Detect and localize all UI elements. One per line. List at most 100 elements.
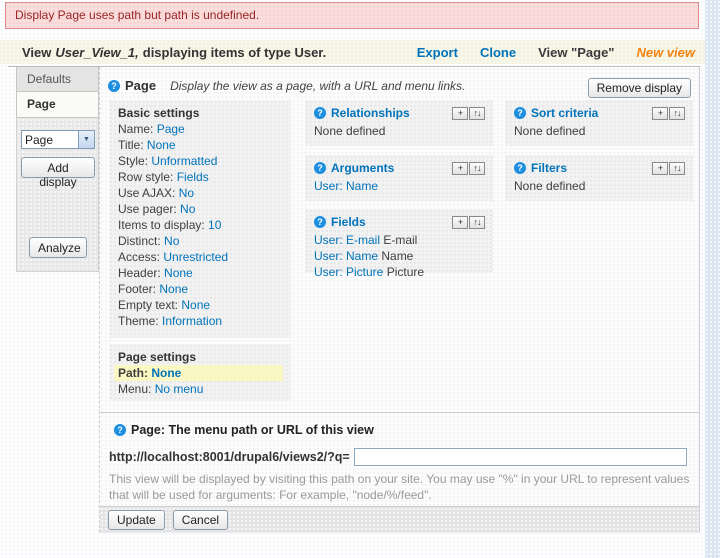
- chevron-down-icon[interactable]: ▼: [78, 131, 94, 148]
- rearrange-icon[interactable]: ↑↓: [469, 215, 485, 229]
- sort-criteria-empty-text: None defined: [514, 124, 586, 138]
- setting-label: Style:: [118, 154, 149, 168]
- path-url-row: http://localhost:8001/drupal6/views2/?q=: [109, 448, 687, 466]
- basic-settings-box: Basic settings Name: Page Title: None St…: [109, 100, 291, 338]
- setting-row: Style: Unformatted: [118, 153, 283, 169]
- fields-box: ? Fields + ↑↓ User: E-mail E-mail User: …: [305, 209, 493, 279]
- setting-value-link[interactable]: No: [179, 186, 194, 200]
- sort-criteria-title-link[interactable]: Sort criteria: [531, 105, 652, 121]
- tab-page[interactable]: Page: [16, 92, 99, 118]
- setting-label: Row style:: [118, 170, 174, 184]
- setting-row: Empty text: None: [118, 297, 283, 313]
- section-actions: + ↑↓: [652, 106, 685, 120]
- field-row: User: E-mail E-mail: [314, 232, 485, 248]
- display-type-select[interactable]: Page ▼: [21, 130, 95, 149]
- clone-link[interactable]: Clone: [480, 45, 516, 60]
- help-icon[interactable]: ?: [108, 79, 120, 92]
- rearrange-icon[interactable]: ↑↓: [669, 106, 685, 120]
- cancel-button[interactable]: Cancel: [172, 510, 229, 530]
- help-icon[interactable]: ?: [514, 107, 526, 119]
- relationships-title-link[interactable]: Relationships: [331, 105, 452, 121]
- setting-value-link[interactable]: None: [181, 298, 210, 312]
- setting-label: Menu:: [118, 382, 152, 396]
- setting-row: Header: None: [118, 265, 283, 281]
- field-link[interactable]: User: Picture: [314, 265, 383, 279]
- display-title: Page: [125, 78, 157, 93]
- field-label: Name: [378, 249, 414, 263]
- field-link[interactable]: User: Name: [314, 249, 378, 263]
- view-summary-suffix: displaying items of type User.: [142, 44, 327, 60]
- fields-title-link[interactable]: Fields: [331, 214, 452, 230]
- setting-value-link[interactable]: None: [147, 138, 176, 152]
- form-actions-bar: Update Cancel: [100, 506, 699, 533]
- setting-value-link[interactable]: No: [180, 202, 195, 216]
- field-label: Picture: [383, 265, 425, 279]
- section-actions: + ↑↓: [452, 161, 485, 175]
- display-type-select-value: Page: [25, 132, 54, 147]
- path-input[interactable]: [353, 448, 687, 466]
- argument-row: User: Name: [314, 178, 485, 194]
- view-summary-prefix: View: [22, 44, 52, 60]
- form-divider: [100, 412, 699, 413]
- section-actions: + ↑↓: [452, 106, 485, 120]
- arguments-title-link[interactable]: Arguments: [331, 160, 452, 176]
- setting-value-link[interactable]: None: [159, 282, 188, 296]
- setting-value-link[interactable]: Unformatted: [151, 154, 217, 168]
- filters-empty-text: None defined: [514, 179, 586, 193]
- rearrange-icon[interactable]: ↑↓: [469, 106, 485, 120]
- add-icon[interactable]: +: [452, 215, 468, 229]
- field-row: User: Name Name: [314, 248, 485, 264]
- help-icon[interactable]: ?: [314, 107, 326, 119]
- setting-label: Use AJAX:: [118, 186, 176, 200]
- analyze-button[interactable]: Analyze: [29, 237, 87, 258]
- setting-value-link[interactable]: Information: [162, 314, 222, 328]
- setting-label: Path:: [118, 366, 148, 380]
- relationships-empty-text: None defined: [314, 124, 386, 138]
- export-link[interactable]: Export: [417, 45, 458, 60]
- view-page-link[interactable]: View "Page": [538, 45, 614, 60]
- setting-row: Row style: Fields: [118, 169, 283, 185]
- help-icon[interactable]: ?: [314, 216, 326, 228]
- menu-value-link[interactable]: No menu: [155, 382, 204, 396]
- argument-link[interactable]: User: Name: [314, 179, 378, 193]
- add-icon[interactable]: +: [652, 161, 668, 175]
- rearrange-icon[interactable]: ↑↓: [669, 161, 685, 175]
- setting-value-link[interactable]: None: [164, 266, 193, 280]
- update-button[interactable]: Update: [108, 510, 165, 530]
- remove-display-button[interactable]: Remove display: [587, 78, 691, 98]
- new-view-link[interactable]: New view: [636, 45, 695, 60]
- help-icon[interactable]: ?: [514, 162, 526, 174]
- setting-label: Use pager:: [118, 202, 177, 216]
- help-icon[interactable]: ?: [114, 424, 126, 436]
- setting-row: Title: None: [118, 137, 283, 153]
- section-header: ? Arguments + ↑↓: [314, 160, 485, 176]
- setting-value-link[interactable]: 10: [208, 218, 221, 232]
- rearrange-icon[interactable]: ↑↓: [469, 161, 485, 175]
- setting-row: Distinct: No: [118, 233, 283, 249]
- field-row: User: Picture Picture: [314, 264, 485, 280]
- setting-value-link[interactable]: No: [164, 234, 179, 248]
- filters-title-link[interactable]: Filters: [531, 160, 652, 176]
- path-form-description: This view will be displayed by visiting …: [109, 472, 690, 502]
- section-actions: + ↑↓: [452, 215, 485, 229]
- add-icon[interactable]: +: [452, 161, 468, 175]
- setting-label: Title:: [118, 138, 144, 152]
- setting-value-link[interactable]: Fields: [177, 170, 209, 184]
- filters-box: ? Filters + ↑↓ None defined: [505, 155, 693, 201]
- tab-defaults[interactable]: Defaults: [16, 67, 99, 92]
- help-icon[interactable]: ?: [314, 162, 326, 174]
- field-label: E-mail: [380, 233, 418, 247]
- sort-criteria-box: ? Sort criteria + ↑↓ None defined: [505, 100, 693, 146]
- add-display-button[interactable]: Add display: [21, 157, 95, 189]
- path-value-link[interactable]: None: [151, 366, 181, 380]
- field-link[interactable]: User: E-mail: [314, 233, 380, 247]
- setting-value-link[interactable]: Unrestricted: [163, 250, 228, 264]
- add-icon[interactable]: +: [452, 106, 468, 120]
- setting-row: Footer: None: [118, 281, 283, 297]
- basic-settings-title: Basic settings: [118, 106, 200, 120]
- page-settings-box: Page settings Path: None Menu: No menu: [109, 344, 291, 401]
- add-icon[interactable]: +: [652, 106, 668, 120]
- display-description: Display the view as a page, with a URL a…: [170, 78, 466, 93]
- page-settings-title: Page settings: [118, 350, 197, 364]
- setting-value-link[interactable]: Page: [157, 122, 185, 136]
